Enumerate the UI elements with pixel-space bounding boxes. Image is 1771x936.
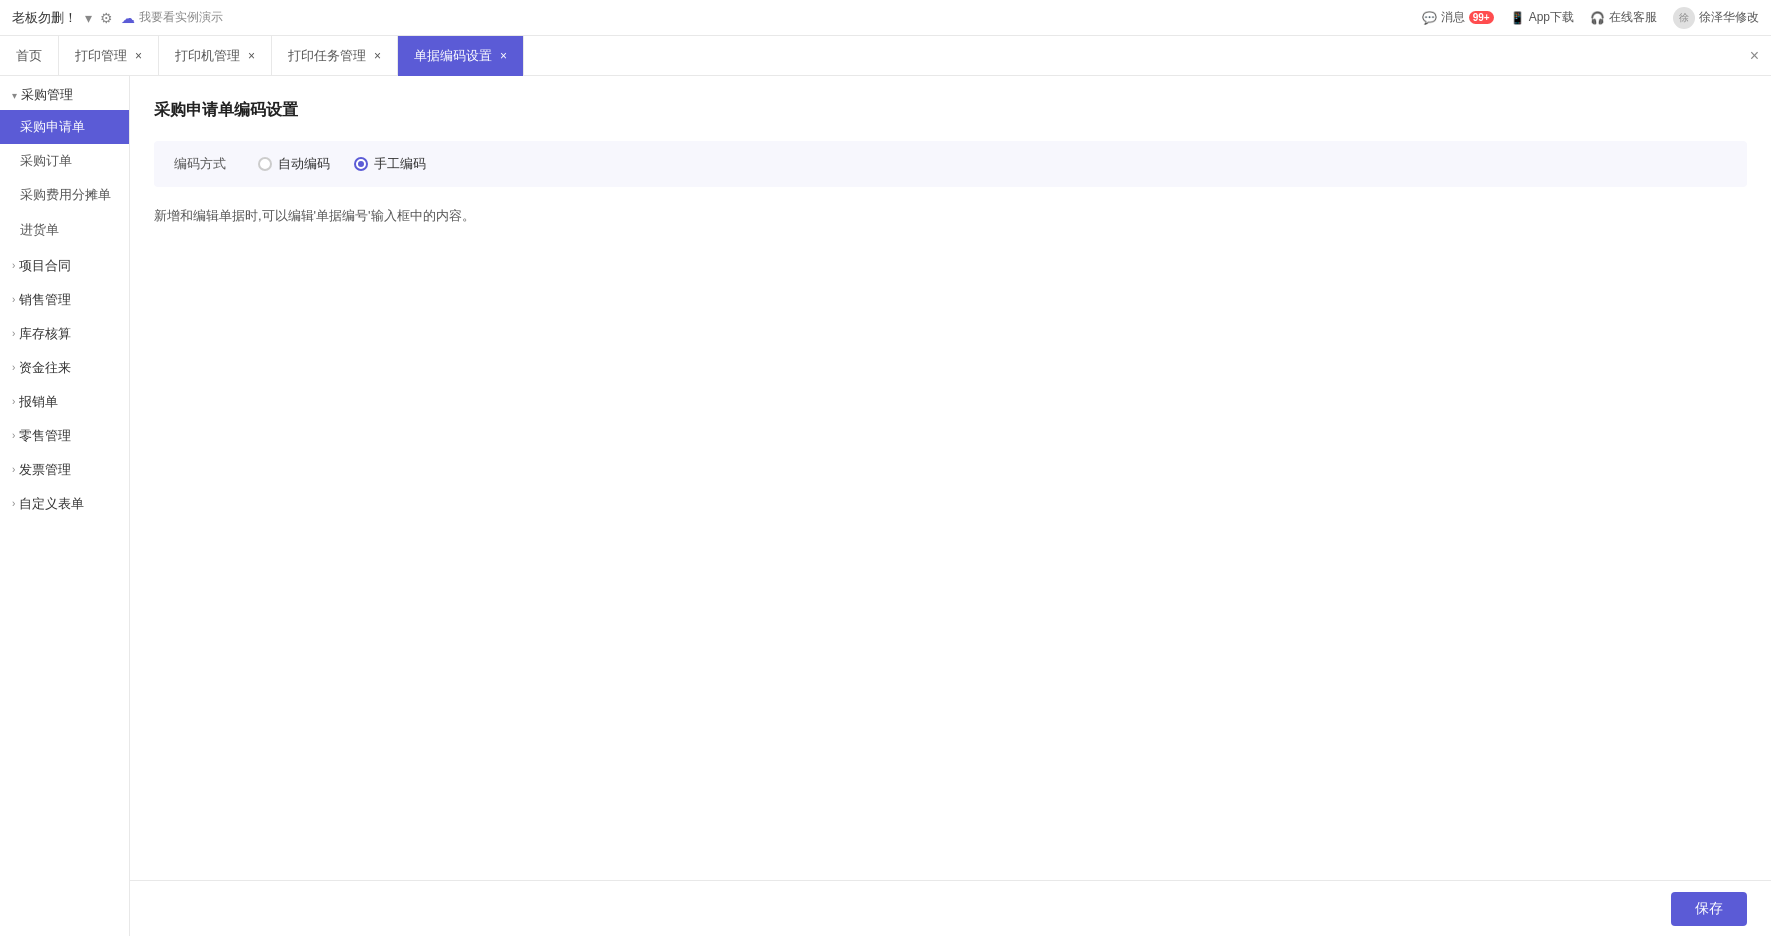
sidebar-group-project-label: 项目合同 [19, 257, 71, 275]
settings-icon[interactable]: ⚙ [100, 10, 113, 26]
tab-print-task-close[interactable]: × [374, 49, 381, 63]
top-bar-left: 老板勿删！ ▾ ⚙ ☁ 我要看实例演示 [12, 9, 223, 27]
radio-manual-label: 手工编码 [374, 155, 426, 173]
tab-printer-management[interactable]: 打印机管理 × [159, 36, 272, 76]
sidebar-group-retail-label: 零售管理 [19, 427, 71, 445]
radio-manual-encoding[interactable]: 手工编码 [354, 155, 426, 173]
message-label: 消息 [1441, 9, 1465, 26]
top-bar-right: 💬 消息 99+ 📱 App下载 🎧 在线客服 徐 徐泽华修改 [1422, 7, 1759, 29]
service-icon: 🎧 [1590, 11, 1605, 25]
tab-printer-management-label: 打印机管理 [175, 47, 240, 65]
sidebar-group-inventory-label: 库存核算 [19, 325, 71, 343]
tab-home-label: 首页 [16, 47, 42, 65]
tab-home[interactable]: 首页 [0, 36, 59, 76]
tab-print-management-close[interactable]: × [135, 49, 142, 63]
encoding-section: 编码方式 自动编码 手工编码 [154, 141, 1747, 187]
content-footer: 保存 [130, 880, 1771, 936]
sidebar-group-project: › 项目合同 [0, 247, 129, 281]
sidebar-group-invoice: › 发票管理 [0, 451, 129, 485]
tab-encoding-settings-close[interactable]: × [500, 49, 507, 63]
collapse-arrow-project: › [12, 260, 15, 271]
collapse-arrow-invoice: › [12, 464, 15, 475]
message-action[interactable]: 💬 消息 99+ [1422, 9, 1494, 26]
sidebar-group-inventory-title[interactable]: › 库存核算 [0, 315, 129, 349]
main-layout: ▾ 采购管理 采购申请单 采购订单 采购费用分摊单 进货单 › 项目合同 [0, 76, 1771, 936]
dropdown-icon[interactable]: ▾ [85, 10, 92, 26]
avatar: 徐 [1673, 7, 1695, 29]
tab-encoding-settings[interactable]: 单据编码设置 × [398, 36, 524, 76]
tab-printer-management-close[interactable]: × [248, 49, 255, 63]
search-text: 我要看实例演示 [139, 9, 223, 26]
cloud-icon: ☁ [121, 10, 135, 26]
radio-auto-encoding[interactable]: 自动编码 [258, 155, 330, 173]
sidebar-group-expense-label: 报销单 [19, 393, 58, 411]
sidebar-item-purchase-order[interactable]: 采购订单 [0, 144, 129, 178]
tab-print-management[interactable]: 打印管理 × [59, 36, 159, 76]
sidebar-group-funds-label: 资金往来 [19, 359, 71, 377]
collapse-arrow-custom: › [12, 498, 15, 509]
sidebar-group-retail: › 零售管理 [0, 417, 129, 451]
radio-manual-circle [354, 157, 368, 171]
radio-auto-label: 自动编码 [278, 155, 330, 173]
sidebar: ▾ 采购管理 采购申请单 采购订单 采购费用分摊单 进货单 › 项目合同 [0, 76, 130, 936]
sidebar-group-sales: › 销售管理 [0, 281, 129, 315]
content-body: 采购申请单编码设置 编码方式 自动编码 手工编码 新增和编辑单据时,可以编辑'单… [130, 76, 1771, 880]
save-button[interactable]: 保存 [1671, 892, 1747, 926]
collapse-arrow-retail: › [12, 430, 15, 441]
app-icon: 📱 [1510, 11, 1525, 25]
search-bar[interactable]: ☁ 我要看实例演示 [121, 9, 223, 26]
message-badge: 99+ [1469, 11, 1494, 24]
page-title: 采购申请单编码设置 [154, 100, 1747, 121]
collapse-arrow-purchase: ▾ [12, 90, 17, 101]
tab-bar-close-button[interactable]: × [1738, 47, 1771, 65]
sidebar-group-project-title[interactable]: › 项目合同 [0, 247, 129, 281]
sidebar-group-invoice-title[interactable]: › 发票管理 [0, 451, 129, 485]
top-bar: 老板勿删！ ▾ ⚙ ☁ 我要看实例演示 💬 消息 99+ 📱 App下载 🎧 在… [0, 0, 1771, 36]
sidebar-group-inventory: › 库存核算 [0, 315, 129, 349]
tab-print-task-label: 打印任务管理 [288, 47, 366, 65]
sidebar-group-sales-label: 销售管理 [19, 291, 71, 309]
brand-label: 老板勿删！ [12, 9, 77, 27]
sidebar-group-purchase: ▾ 采购管理 采购申请单 采购订单 采购费用分摊单 进货单 [0, 76, 129, 247]
sidebar-group-invoice-label: 发票管理 [19, 461, 71, 479]
collapse-arrow-sales: › [12, 294, 15, 305]
app-download-label: App下载 [1529, 9, 1574, 26]
message-icon: 💬 [1422, 11, 1437, 25]
sidebar-item-purchase-expense[interactable]: 采购费用分摊单 [0, 178, 129, 212]
sidebar-group-expense: › 报销单 [0, 383, 129, 417]
collapse-arrow-expense: › [12, 396, 15, 407]
tab-print-management-label: 打印管理 [75, 47, 127, 65]
user-info[interactable]: 徐 徐泽华修改 [1673, 7, 1759, 29]
radio-auto-circle [258, 157, 272, 171]
online-service-label: 在线客服 [1609, 9, 1657, 26]
avatar-text: 徐 [1679, 11, 1689, 25]
collapse-arrow-inventory: › [12, 328, 15, 339]
sidebar-group-funds: › 资金往来 [0, 349, 129, 383]
sidebar-group-custom: › 自定义表单 [0, 485, 129, 519]
sidebar-group-custom-title[interactable]: › 自定义表单 [0, 485, 129, 519]
user-name: 徐泽华修改 [1699, 9, 1759, 26]
sidebar-group-sales-title[interactable]: › 销售管理 [0, 281, 129, 315]
sidebar-group-custom-label: 自定义表单 [19, 495, 84, 513]
online-service-action[interactable]: 🎧 在线客服 [1590, 9, 1657, 26]
hint-text: 新增和编辑单据时,可以编辑'单据编号'输入框中的内容。 [154, 207, 1747, 225]
content-area: 采购申请单编码设置 编码方式 自动编码 手工编码 新增和编辑单据时,可以编辑'单… [130, 76, 1771, 936]
sidebar-group-purchase-label: 采购管理 [21, 86, 73, 104]
collapse-arrow-funds: › [12, 362, 15, 373]
sidebar-group-retail-title[interactable]: › 零售管理 [0, 417, 129, 451]
tab-bar: 首页 打印管理 × 打印机管理 × 打印任务管理 × 单据编码设置 × × [0, 36, 1771, 76]
sidebar-item-incoming[interactable]: 进货单 [0, 213, 129, 247]
sidebar-item-purchase-request[interactable]: 采购申请单 [0, 110, 129, 144]
encoding-row: 编码方式 自动编码 手工编码 [174, 155, 1727, 173]
tab-print-task[interactable]: 打印任务管理 × [272, 36, 398, 76]
sidebar-group-expense-title[interactable]: › 报销单 [0, 383, 129, 417]
tab-encoding-settings-label: 单据编码设置 [414, 47, 492, 65]
app-download-action[interactable]: 📱 App下载 [1510, 9, 1574, 26]
sidebar-group-purchase-title[interactable]: ▾ 采购管理 [0, 76, 129, 110]
sidebar-group-funds-title[interactable]: › 资金往来 [0, 349, 129, 383]
encoding-label: 编码方式 [174, 155, 226, 173]
